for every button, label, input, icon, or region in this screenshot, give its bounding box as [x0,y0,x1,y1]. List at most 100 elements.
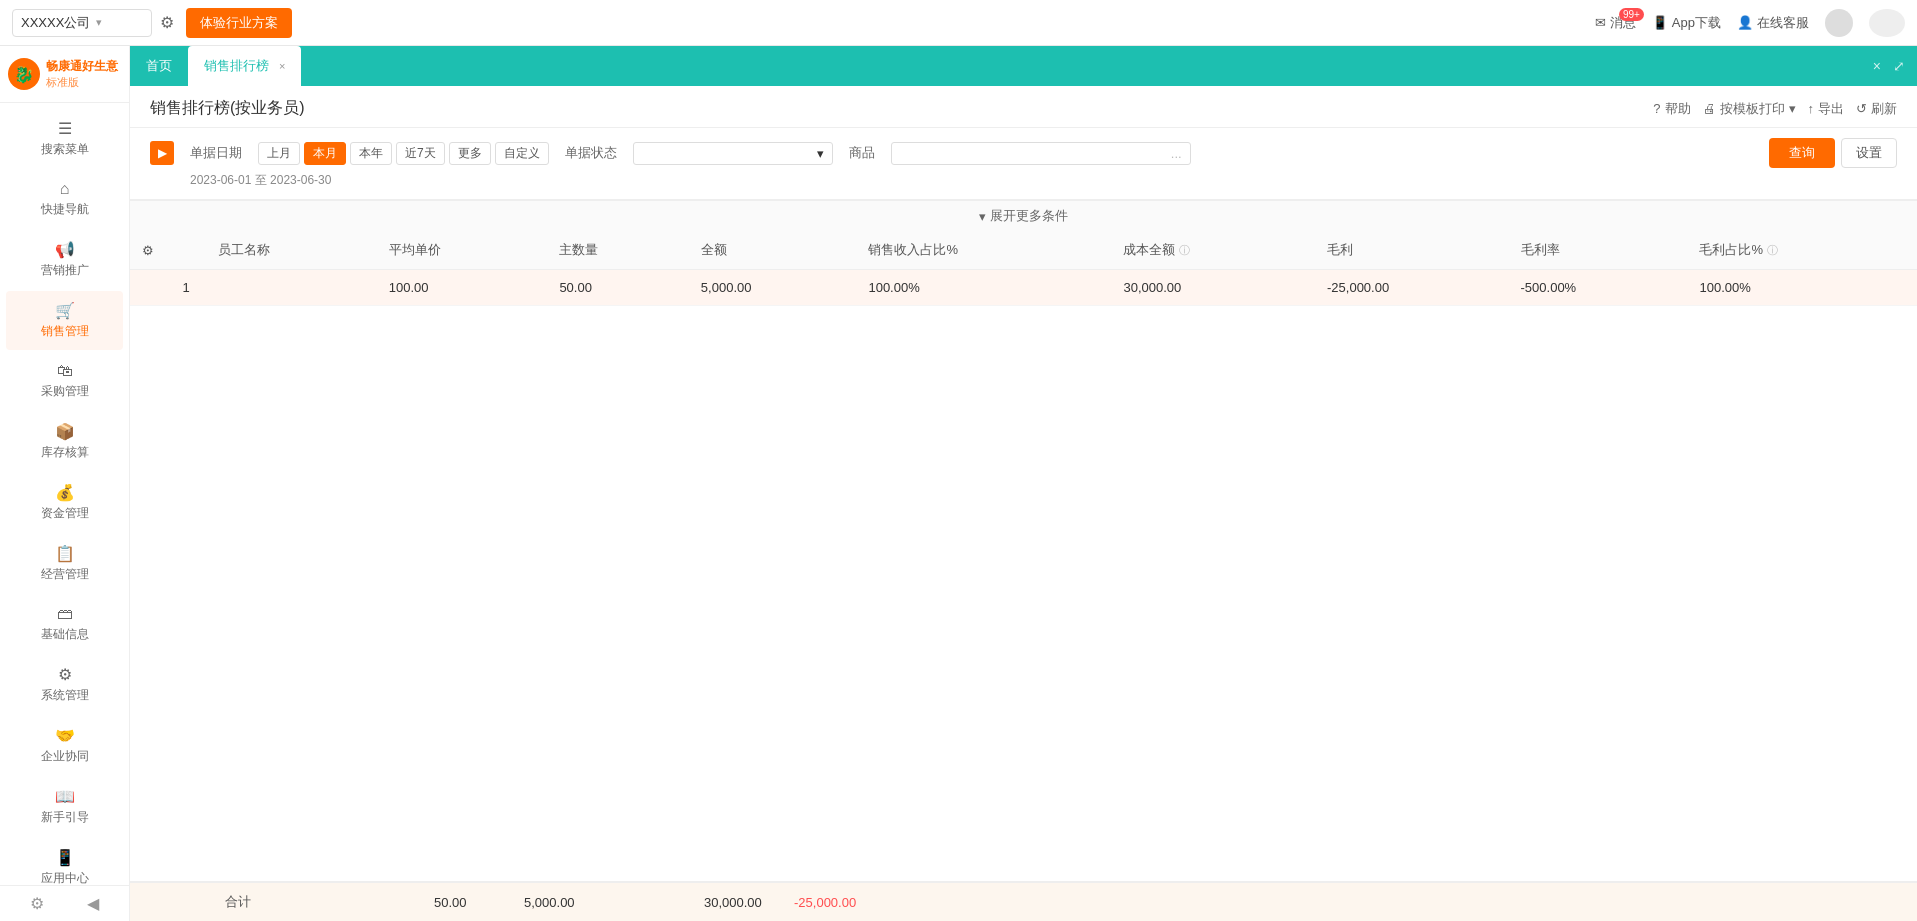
sidebar-item-新手引导[interactable]: 📖 新手引导 [6,777,123,836]
th-cost: 成本全额 ⓘ [1111,231,1315,270]
sidebar-item-应用中心[interactable]: 📱 应用中心 [6,838,123,885]
sidebar-collapse-icon[interactable]: ◀ [87,894,99,913]
export-button[interactable]: ↑ 导出 [1808,100,1845,118]
message-button[interactable]: ✉ 消息 99+ [1595,14,1636,32]
status-select[interactable]: ▾ [633,142,833,165]
sidebar-item-采购管理[interactable]: 🛍 采购管理 [6,352,123,410]
table-header: ⚙ 员工名称 平均单价 主数量 全额 销售收入占比% 成本全额 ⓘ 毛利 毛利率 [130,231,1917,270]
footer-cost: 30,000.00 [692,895,782,910]
cell-sales-pct: 100.00% [856,270,1111,306]
page-title: 销售排行榜(按业务员) [150,98,305,119]
footer-total-label: 合计 [142,893,332,911]
header-row: ⚙ 员工名称 平均单价 主数量 全额 销售收入占比% 成本全额 ⓘ 毛利 毛利率 [130,231,1917,270]
page-content: 销售排行榜(按业务员) ? 帮助 🖨 按模板打印 ▾ [130,86,1917,921]
filter-row: ▶ 单据日期 上月本月本年近7天更多自定义 单据状态 ▾ [150,138,1897,168]
menu-label: 企业协同 [41,748,89,765]
company-selector[interactable]: XXXXX公司 ▾ [12,9,152,37]
menu-icon: ⚙ [58,665,72,684]
cell-amount: 5,000.00 [689,270,857,306]
tab-home[interactable]: 首页 [130,46,188,86]
th-profit: 毛利 [1315,231,1509,270]
footer-profit-rate [872,895,962,910]
user-avatar[interactable] [1825,9,1853,37]
help-button[interactable]: ? 帮助 [1653,100,1690,118]
tab-close-window-icon[interactable]: × [1869,54,1885,78]
goods-input[interactable]: ... [891,142,1191,165]
sidebar-item-搜索菜单[interactable]: ☰ 搜索菜单 [6,109,123,168]
page-actions: ? 帮助 🖨 按模板打印 ▾ ↑ 导出 [1653,100,1897,118]
query-button[interactable]: 查询 [1769,138,1835,168]
menu-icon: 📦 [55,422,75,441]
cost-info-icon: ⓘ [1179,244,1190,256]
menu-label: 快捷导航 [41,201,89,218]
sidebar-item-营销推广[interactable]: 📢 营销推广 [6,230,123,289]
cell-profit-pct: 100.00% [1687,270,1917,306]
date-buttons: 上月本月本年近7天更多自定义 [258,142,549,165]
sidebar-logo: 🐉 畅康通好生意 标准版 [0,46,129,103]
menu-label: 经营管理 [41,566,89,583]
date-btn-自定义[interactable]: 自定义 [495,142,549,165]
menu-label: 营销推广 [41,262,89,279]
table-settings-button[interactable]: 设置 [1841,138,1897,168]
sidebar-item-系统管理[interactable]: ⚙ 系统管理 [6,655,123,714]
date-range-display: 2023-06-01 至 2023-06-30 [150,168,1897,189]
message-badge: 99+ [1619,8,1644,21]
menu-label: 库存核算 [41,444,89,461]
company-name: XXXXX公司 [21,14,90,32]
date-filter-label: 单据日期 [190,144,242,162]
expand-more-button[interactable]: ▾ 展开更多条件 [979,207,1068,225]
filter-collapse-button[interactable]: ▶ [150,141,174,165]
app-download-button[interactable]: 📱 App下载 [1652,14,1721,32]
sidebar-item-资金管理[interactable]: 💰 资金管理 [6,473,123,532]
sidebar-item-经营管理[interactable]: 📋 经营管理 [6,534,123,593]
sidebar-item-销售管理[interactable]: 🛒 销售管理 [6,291,123,350]
th-settings[interactable]: ⚙ [130,231,166,270]
trial-button[interactable]: 体验行业方案 [186,8,292,38]
app-wrapper: XXXXX公司 ▾ ⚙ 体验行业方案 ✉ 消息 99+ 📱 App下载 👤 在线… [0,0,1917,921]
sidebar-item-基础信息[interactable]: 🗃 基础信息 [6,595,123,653]
date-btn-更多[interactable]: 更多 [449,142,491,165]
user-name-area[interactable] [1869,9,1905,37]
table-row: 1 100.00 50.00 5,000.00 100.00% 30,000.0… [130,270,1917,306]
download-icon: 📱 [1652,15,1668,30]
date-btn-本年[interactable]: 本年 [350,142,392,165]
message-icon: ✉ [1595,15,1606,30]
online-service-button[interactable]: 👤 在线客服 [1737,14,1809,32]
online-service-label: 在线客服 [1757,14,1809,32]
help-icon: ? [1653,101,1660,116]
menu-icon: 📋 [55,544,75,563]
sidebar-settings-icon[interactable]: ⚙ [30,894,44,913]
menu-label: 资金管理 [41,505,89,522]
sidebar-item-企业协同[interactable]: 🤝 企业协同 [6,716,123,775]
date-btn-上月[interactable]: 上月 [258,142,300,165]
collapse-arrow-icon: ▶ [158,146,167,160]
menu-label: 基础信息 [41,626,89,643]
date-btn-近7天[interactable]: 近7天 [396,142,445,165]
footer-avg-price [332,895,422,910]
sidebar-item-快捷导航[interactable]: ⌂ 快捷导航 [6,170,123,228]
sidebar-item-库存核算[interactable]: 📦 库存核算 [6,412,123,471]
cell-profit: -25,000.00 [1315,270,1509,306]
table-footer: 合计 50.00 5,000.00 30,000.00 -25,000.00 [130,881,1917,921]
th-avg-price: 平均单价 [377,231,548,270]
tab-restore-icon[interactable]: ⤢ [1889,54,1909,78]
logo-line2: 标准版 [46,75,118,90]
menu-label: 新手引导 [41,809,89,826]
settings-icon[interactable]: ⚙ [160,13,174,32]
footer-sales-pct [602,895,692,910]
refresh-button[interactable]: ↺ 刷新 [1856,100,1897,118]
cell-profit-rate: -500.00% [1509,270,1688,306]
menu-label: 采购管理 [41,383,89,400]
print-button[interactable]: 🖨 按模板打印 ▾ [1703,100,1796,118]
date-btn-本月[interactable]: 本月 [304,142,346,165]
tab-sales-ranking[interactable]: 销售排行榜 × [188,46,301,86]
filter-area: ▶ 单据日期 上月本月本年近7天更多自定义 单据状态 ▾ [130,128,1917,200]
menu-icon: 💰 [55,483,75,502]
print-dropdown-icon: ▾ [1789,101,1796,116]
menu-label: 系统管理 [41,687,89,704]
tab-close-icon[interactable]: × [279,60,285,72]
help-label: 帮助 [1665,100,1691,118]
tab-bar: 首页 销售排行榜 × × ⤢ [130,46,1917,86]
table-container: ⚙ 员工名称 平均单价 主数量 全额 销售收入占比% 成本全额 ⓘ 毛利 毛利率 [130,231,1917,881]
cell-settings [130,270,166,306]
